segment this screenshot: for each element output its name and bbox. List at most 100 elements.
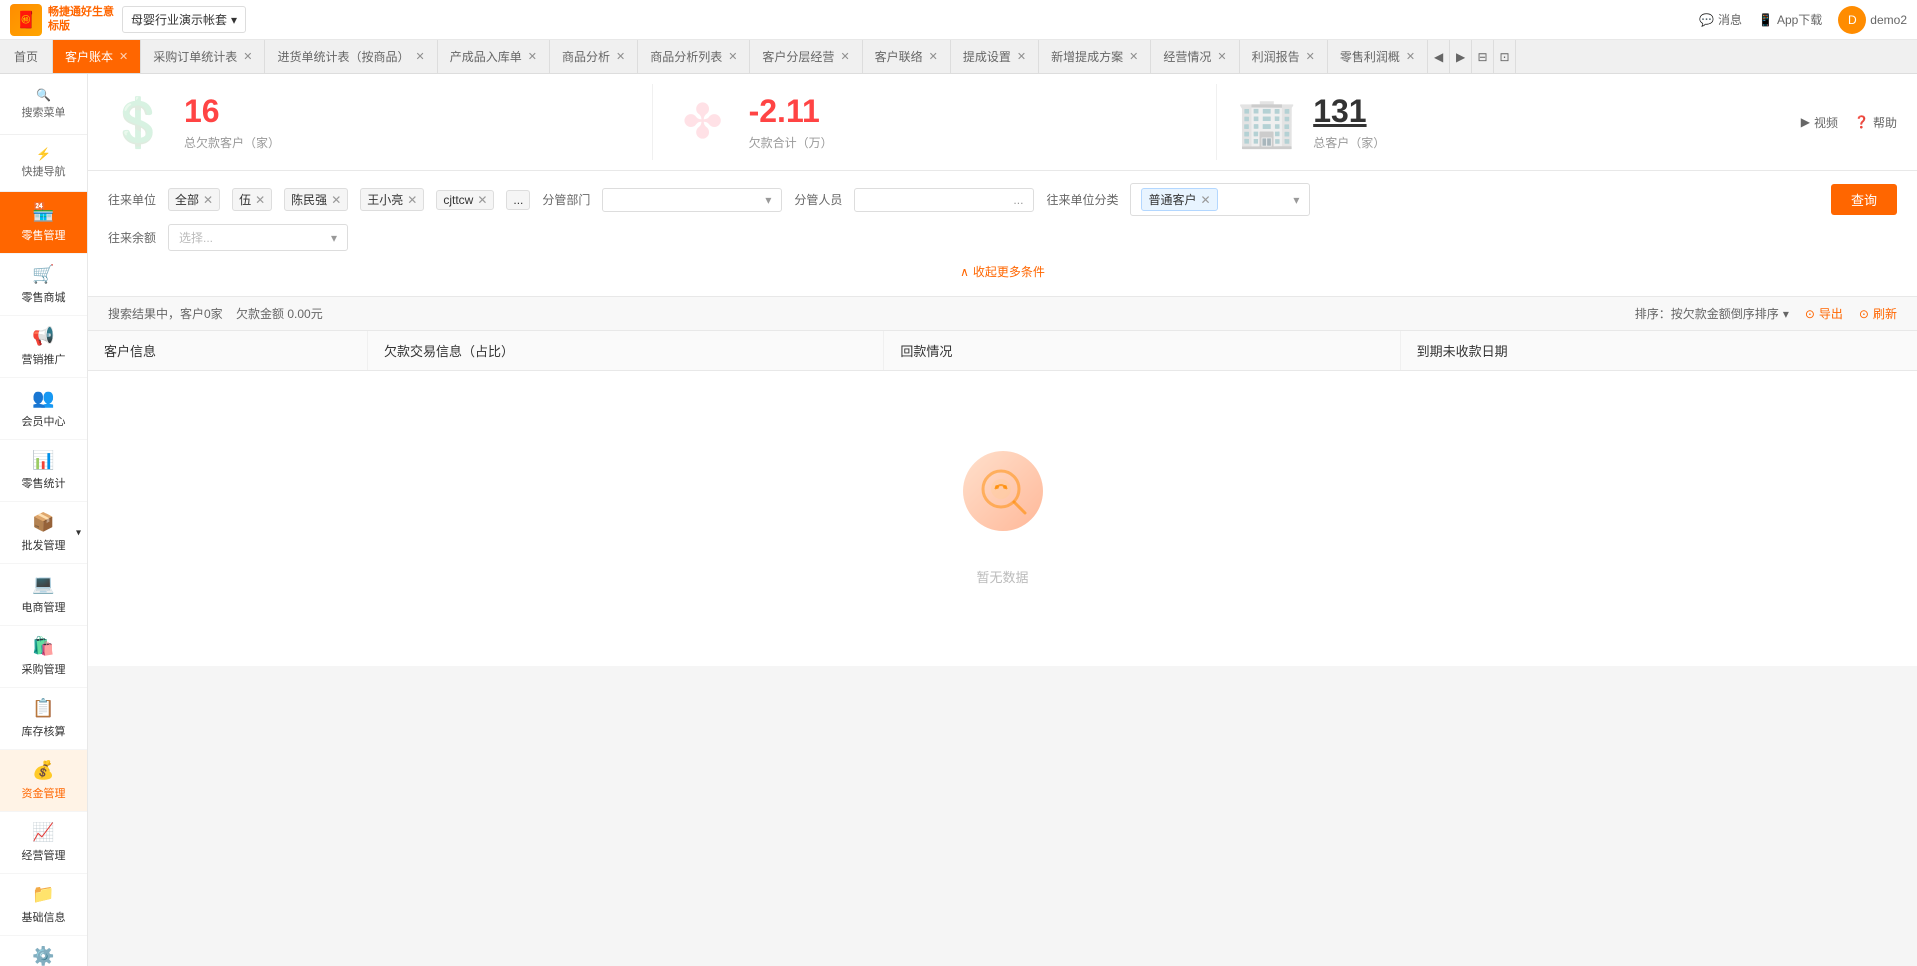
collapse-button[interactable]: ∧ 收起更多条件	[956, 259, 1049, 284]
tab-customer-contact[interactable]: 客户联络 ✕	[863, 40, 951, 74]
export-button[interactable]: ⊙ 导出	[1805, 305, 1843, 322]
member-icon: 👥	[32, 388, 54, 409]
tab-add-commission[interactable]: 新增提成方案 ✕	[1039, 40, 1151, 74]
filter-tag-vendor-cjttcw[interactable]: cjttcw ✕	[436, 190, 494, 210]
system-icon: ⚙️	[32, 946, 54, 966]
tab-production-entry[interactable]: 产成品入库单 ✕	[438, 40, 550, 74]
person-more-dots: ...	[1013, 193, 1023, 207]
tab-close-icon[interactable]: ✕	[1129, 50, 1138, 63]
filter-tag-more[interactable]: ...	[506, 190, 530, 210]
dept-select[interactable]: ▾	[602, 188, 782, 212]
remove-filter-wang[interactable]: ✕	[407, 193, 417, 207]
person-select[interactable]: ...	[854, 188, 1034, 212]
video-button[interactable]: ▶ 视频	[1801, 114, 1838, 131]
tab-close-icon[interactable]: ✕	[1406, 50, 1415, 63]
stat-label-customers: 总欠款客户（家）	[184, 134, 280, 151]
search-menu-button[interactable]: 🔍 搜索菜单	[8, 84, 79, 124]
sidebar-item-operations[interactable]: 📈 经营管理	[0, 812, 87, 874]
help-button[interactable]: ❓ 帮助	[1854, 114, 1897, 131]
remove-filter-cjttcw[interactable]: ✕	[477, 193, 487, 207]
result-bar-right: 排序：按欠款金额倒序排序 ▾ ⊙ 导出 ⊙ 刷新	[1635, 305, 1897, 322]
tab-close-icon[interactable]: ✕	[1217, 50, 1226, 63]
tab-profit-report[interactable]: 利润报告 ✕	[1240, 40, 1328, 74]
remove-filter-all[interactable]: ✕	[203, 193, 213, 207]
tab-close-icon[interactable]: ✕	[1306, 50, 1315, 63]
header-right: 💬 消息 📱 App下载 D demo2	[1699, 6, 1907, 34]
sidebar-item-retail-mgmt[interactable]: 🏪 零售管理	[0, 192, 87, 254]
sidebar-item-system[interactable]: ⚙️ 系统管理	[0, 936, 87, 966]
remove-filter-chen[interactable]: ✕	[331, 193, 341, 207]
message-button[interactable]: 💬 消息	[1699, 11, 1742, 28]
sidebar-item-finance[interactable]: 💰 资金管理	[0, 750, 87, 812]
tab-close-icon[interactable]: ✕	[1017, 50, 1026, 63]
tab-customer-tier[interactable]: 客户分层经营 ✕	[750, 40, 862, 74]
empty-illustration	[963, 451, 1043, 531]
query-button[interactable]: 查询	[1831, 184, 1897, 215]
collapse-row: ∧ 收起更多条件	[108, 259, 1897, 284]
sidebar-item-basic-info[interactable]: 📁 基础信息	[0, 874, 87, 936]
tab-close-icon[interactable]: ✕	[728, 50, 737, 63]
tab-purchase-goods-stats[interactable]: 进货单统计表（按商品） ✕	[265, 40, 437, 74]
user-profile[interactable]: D demo2	[1838, 6, 1907, 34]
help-area: ▶ 视频 ❓ 帮助	[1801, 114, 1897, 131]
balance-select[interactable]: 选择... ▾	[168, 224, 348, 251]
sidebar-item-retail-stats[interactable]: 📊 零售统计	[0, 440, 87, 502]
remove-filter-wu[interactable]: ✕	[255, 193, 265, 207]
quick-nav-button[interactable]: ⚡ 快捷导航	[0, 139, 87, 187]
finance-icon: 💰	[32, 760, 54, 781]
tab-maximize-button[interactable]: ⊡	[1494, 40, 1516, 74]
refresh-button[interactable]: ⊙ 刷新	[1859, 305, 1897, 322]
batch-mgmt-icon: 📦	[32, 512, 54, 533]
workspace-selector[interactable]: 母婴行业演示帐套 ▾	[122, 6, 246, 33]
tab-close-icon[interactable]: ✕	[528, 50, 537, 63]
empty-state: 暂无数据	[88, 371, 1917, 666]
result-bar: 搜索结果中，客户0家 欠款金额 0.00元 排序：按欠款金额倒序排序 ▾ ⊙ 导…	[88, 297, 1917, 331]
sort-selector[interactable]: 排序：按欠款金额倒序排序 ▾	[1635, 305, 1789, 322]
filter-tag-vendor-chen[interactable]: 陈民强 ✕	[284, 188, 348, 211]
filter-tag-vendor-wu[interactable]: 伍 ✕	[232, 188, 272, 211]
filter-tag-vendor-all[interactable]: 全部 ✕	[168, 188, 220, 211]
app-download-button[interactable]: 📱 App下载	[1758, 11, 1822, 28]
tab-home[interactable]: 首页	[0, 40, 53, 74]
tab-operations[interactable]: 经营情况 ✕	[1151, 40, 1239, 74]
tab-menu-button[interactable]: ⊟	[1472, 40, 1494, 74]
category-select[interactable]: 普通客户 ✕ ▾	[1130, 183, 1310, 216]
basic-info-icon: 📁	[32, 884, 54, 905]
sidebar-item-member[interactable]: 👥 会员中心	[0, 378, 87, 440]
avatar: D	[1838, 6, 1866, 34]
sidebar-item-batch-mgmt[interactable]: 📦 批发管理	[0, 502, 87, 564]
category-tag-normal[interactable]: 普通客户 ✕	[1141, 188, 1217, 211]
operations-icon: 📈	[32, 822, 54, 843]
tab-customer-ledger[interactable]: 客户账本 ✕	[53, 40, 141, 74]
retail-mall-icon: 🛒	[32, 264, 54, 285]
tab-bar: 首页 客户账本 ✕ 采购订单统计表 ✕ 进货单统计表（按商品） ✕ 产成品入库单…	[0, 40, 1917, 74]
sidebar-item-marketing[interactable]: 📢 营销推广	[0, 316, 87, 378]
tab-close-icon[interactable]: ✕	[929, 50, 938, 63]
sidebar-item-retail-mall[interactable]: 🛒 零售商城	[0, 254, 87, 316]
tab-close-icon[interactable]: ✕	[840, 50, 849, 63]
tab-goods-analysis-list[interactable]: 商品分析列表 ✕	[638, 40, 750, 74]
result-summary: 搜索结果中，客户0家 欠款金额 0.00元	[108, 305, 323, 322]
search-icon: 🔍	[36, 88, 51, 102]
export-icon: ⊙	[1805, 307, 1815, 321]
tab-close-icon[interactable]: ✕	[243, 50, 252, 63]
stat-number-total: 131	[1313, 93, 1385, 130]
tab-close-icon[interactable]: ✕	[119, 50, 128, 63]
tab-commission-settings[interactable]: 提成设置 ✕	[951, 40, 1039, 74]
tab-close-icon[interactable]: ✕	[416, 50, 425, 63]
tab-retail-profit[interactable]: 零售利润概 ✕	[1328, 40, 1428, 74]
logo-icon: 🧧	[10, 4, 42, 36]
sidebar-item-purchase[interactable]: 🛍️ 采购管理	[0, 626, 87, 688]
stat-label-total: 总客户（家）	[1313, 134, 1385, 151]
sidebar-item-ecommerce[interactable]: 💻 电商管理	[0, 564, 87, 626]
video-icon: ▶	[1801, 115, 1810, 129]
tab-prev-button[interactable]: ◀	[1428, 40, 1450, 74]
sidebar-item-inventory[interactable]: 📋 库存核算	[0, 688, 87, 750]
tab-purchase-stats[interactable]: 采购订单统计表 ✕	[141, 40, 265, 74]
tab-next-button[interactable]: ▶	[1450, 40, 1472, 74]
tab-close-icon[interactable]: ✕	[616, 50, 625, 63]
remove-category[interactable]: ✕	[1200, 193, 1210, 207]
tab-goods-analysis[interactable]: 商品分析 ✕	[550, 40, 638, 74]
filter-tag-vendor-wang[interactable]: 王小亮 ✕	[360, 188, 424, 211]
top-header: 🧧 畅捷通好生意 标版 母婴行业演示帐套 ▾ 💬 消息 📱 App下载 D de…	[0, 0, 1917, 40]
